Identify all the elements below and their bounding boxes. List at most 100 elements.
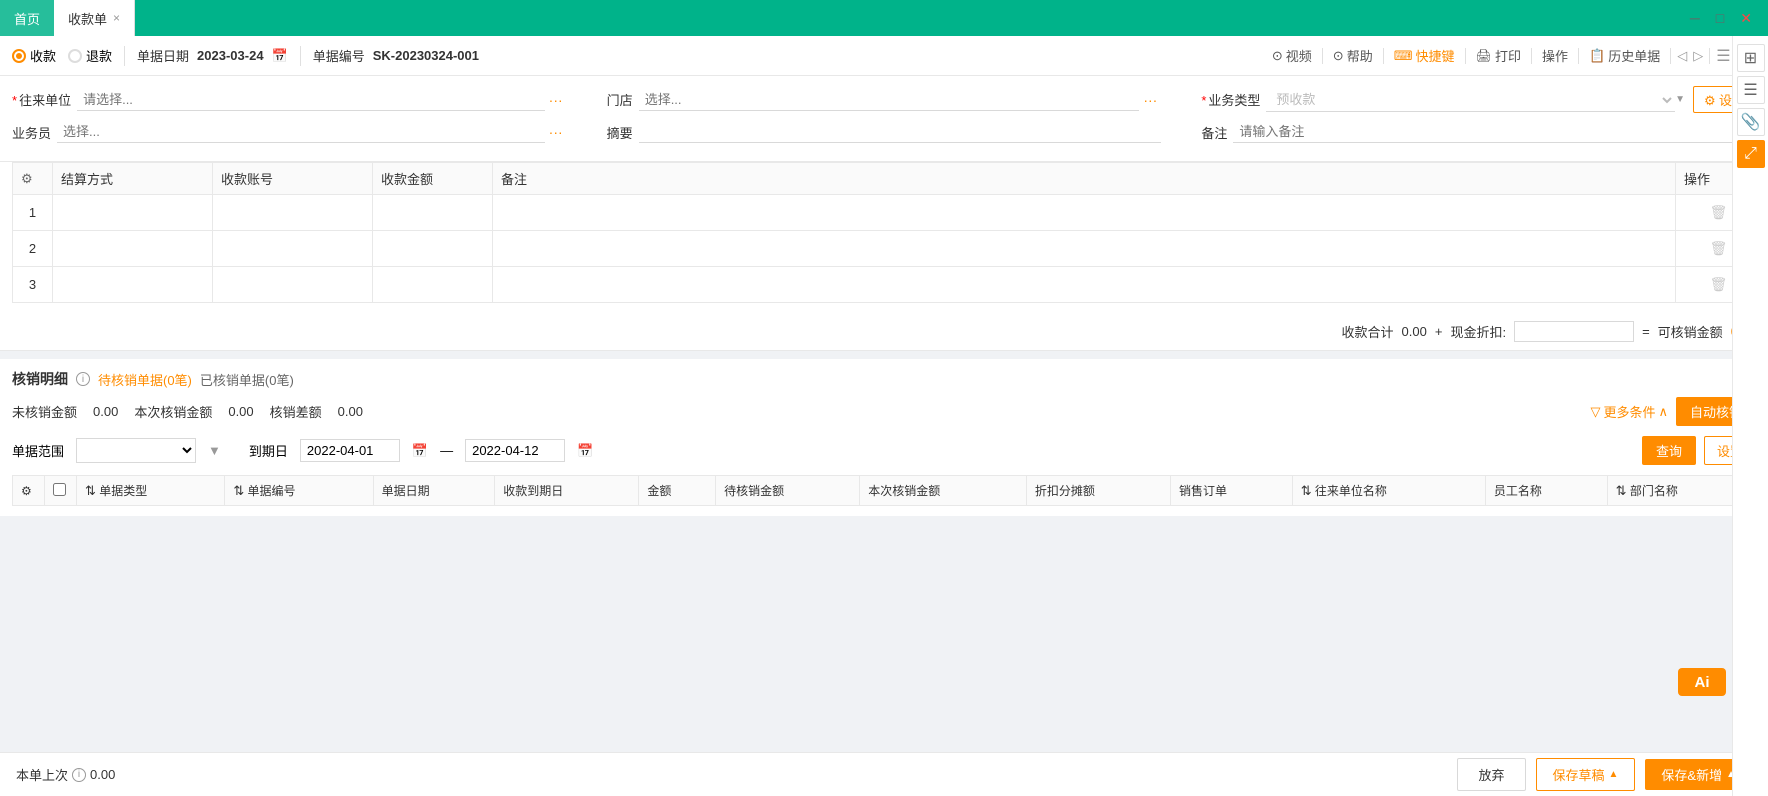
save-draft-button[interactable]: 保存草稿 ▲ (1536, 758, 1636, 791)
right-sidebar: ⊞ ☰ 📎 ⤢ (1732, 36, 1768, 796)
tab-done[interactable]: 已核销单据(0笔) (200, 370, 294, 389)
ai-badge[interactable]: Ai (1678, 668, 1726, 696)
query-button[interactable]: 查询 (1642, 436, 1696, 465)
range-dropdown[interactable] (76, 438, 196, 463)
radio-collect-dot (12, 49, 26, 63)
date-calendar-icon[interactable]: 📅 (272, 48, 288, 64)
unchecked-label: 未核销金额 (12, 402, 77, 421)
shop-more-btn[interactable]: ··· (1139, 92, 1161, 108)
delete-icon-3[interactable]: 🗑 (1708, 276, 1730, 292)
date-range-dash: — (440, 443, 453, 458)
help-button[interactable]: ⊙ 帮助 (1329, 44, 1377, 67)
tab-collect[interactable]: 收款单 × (54, 0, 135, 36)
bth-type: ⇅ 单据类型 (77, 476, 225, 506)
business-type-label: 业务类型 (1201, 90, 1266, 109)
nav-next-icon[interactable]: ▷ (1693, 48, 1703, 64)
bench-label: 本单上次 (16, 765, 68, 784)
shop-input[interactable] (639, 89, 1140, 111)
bth-date: 单据日期 (373, 476, 495, 506)
radio-refund-dot (68, 49, 82, 63)
tab-home[interactable]: 首页 (0, 0, 54, 36)
radio-refund[interactable]: 退款 (68, 46, 112, 65)
cell-account-2[interactable] (213, 231, 373, 267)
maximize-button[interactable]: □ (1712, 8, 1728, 28)
diff-label: 核销差额 (270, 402, 322, 421)
staff-input[interactable] (57, 121, 545, 143)
nav-prev-icon[interactable]: ◁ (1677, 48, 1687, 64)
cell-note-3[interactable] (493, 267, 1676, 303)
bench-info-icon[interactable]: i (72, 768, 86, 782)
bth-checkbox[interactable] (45, 476, 77, 506)
cell-account-1[interactable] (213, 195, 373, 231)
cell-amount-1[interactable] (373, 195, 493, 231)
select-all-checkbox[interactable] (53, 483, 66, 496)
date-from-input[interactable] (300, 439, 400, 462)
cell-note-2[interactable] (493, 231, 1676, 267)
partner-input[interactable] (77, 89, 545, 111)
abandon-button[interactable]: 放弃 (1457, 758, 1525, 791)
bottom-table: ⚙ ⇅ 单据类型 ⇅ 单据编号 单据日期 收款到期日 金额 待核销金额 本次核销… (12, 475, 1756, 506)
th-gear[interactable]: ⚙ (13, 163, 53, 195)
date-to-input[interactable] (465, 439, 565, 462)
business-type-select[interactable]: 预收款 (1266, 88, 1675, 112)
current-value: 0.00 (228, 404, 253, 419)
bth-current-amount: 本次核销金额 (860, 476, 1027, 506)
sidebar-attachment-icon[interactable]: 📎 (1737, 108, 1765, 136)
unchecked-value: 0.00 (93, 404, 118, 419)
radio-collect[interactable]: 收款 (12, 46, 56, 65)
video-icon: ⊙ (1272, 48, 1283, 64)
close-button[interactable]: ✕ (1736, 8, 1756, 29)
cell-account-3[interactable] (213, 267, 373, 303)
cell-settlement-3[interactable] (53, 267, 213, 303)
verify-title-row: 核销明细 i 待核销单据(0笔) 已核销单据(0笔) (12, 369, 1756, 389)
history-icon: 📋 (1589, 48, 1605, 64)
row-num-1: 1 (13, 195, 53, 231)
minimize-button[interactable]: ─ (1686, 8, 1704, 28)
tab-bar: 首页 收款单 × ─ □ ✕ (0, 0, 1768, 36)
operate-button[interactable]: 操作 (1538, 44, 1572, 67)
staff-more-btn[interactable]: ··· (545, 124, 567, 140)
diff-value: 0.00 (338, 404, 363, 419)
cell-amount-2[interactable] (373, 231, 493, 267)
tab-close-icon[interactable]: × (113, 11, 120, 25)
th-settlement: 结算方式 (53, 163, 213, 195)
bth-due-date: 收款到期日 (495, 476, 639, 506)
video-button[interactable]: ⊙ 视频 (1268, 44, 1316, 67)
shortcut-button[interactable]: ⌨ 快捷键 (1390, 44, 1459, 67)
discount-input[interactable] (1514, 321, 1634, 342)
note-input[interactable] (1233, 121, 1756, 143)
delete-icon-1[interactable]: 🗑 (1708, 204, 1730, 220)
equals-sign: = (1642, 324, 1650, 339)
due-label: 到期日 (249, 441, 288, 460)
cell-settlement-2[interactable] (53, 231, 213, 267)
footer-bar: 本单上次 i 0.00 放弃 保存草稿 ▲ 保存&新增 ▲ (0, 752, 1768, 796)
verify-section: 核销明细 i 待核销单据(0笔) 已核销单据(0笔) 未核销金额 0.00 本次… (0, 359, 1768, 516)
delete-icon-2[interactable]: 🗑 (1708, 240, 1730, 256)
range-label: 单据范围 (12, 441, 64, 460)
cell-note-1[interactable] (493, 195, 1676, 231)
partner-more-btn[interactable]: ··· (545, 92, 567, 108)
date-from-calendar-icon[interactable]: 📅 (412, 443, 428, 459)
sidebar-expand-icon[interactable]: ⤢ (1737, 140, 1765, 168)
summary-row: 收款合计 0.00 + 现金折扣: = 可核销金额 0.00 (0, 313, 1768, 351)
print-button[interactable]: 🖨 打印 (1472, 44, 1526, 67)
cell-amount-3[interactable] (373, 267, 493, 303)
verify-filter-row: 单据范围 ▼ 到期日 📅 — 📅 查询 设置 (12, 436, 1756, 465)
list-view-icon[interactable]: ☰ (1716, 46, 1730, 66)
summary-input[interactable] (639, 121, 1162, 143)
more-conditions-btn[interactable]: ▽ 更多条件 ∧ (1590, 402, 1668, 421)
sidebar-table-icon[interactable]: ⊞ (1737, 44, 1765, 72)
sidebar-list-icon[interactable]: ☰ (1737, 76, 1765, 104)
available-label: 可核销金额 (1658, 322, 1723, 341)
history-button[interactable]: 📋 历史单据 (1585, 44, 1664, 67)
header-toolbar: 收款 退款 单据日期 2023-03-24 📅 单据编号 SK-20230324… (0, 36, 1768, 76)
bth-gear[interactable]: ⚙ (13, 476, 45, 506)
date-to-calendar-icon[interactable]: 📅 (577, 443, 593, 459)
number-field: 单据编号 SK-20230324-001 (313, 46, 479, 65)
table-row: 2 🗑 ⧉ (13, 231, 1756, 267)
verify-info-icon[interactable]: i (76, 372, 90, 386)
data-table: ⚙ 结算方式 收款账号 收款金额 备注 操作 (12, 162, 1756, 303)
cell-settlement-1[interactable] (53, 195, 213, 231)
tab-pending[interactable]: 待核销单据(0笔) (98, 370, 192, 389)
table-gear-icon[interactable]: ⚙ (21, 171, 33, 186)
